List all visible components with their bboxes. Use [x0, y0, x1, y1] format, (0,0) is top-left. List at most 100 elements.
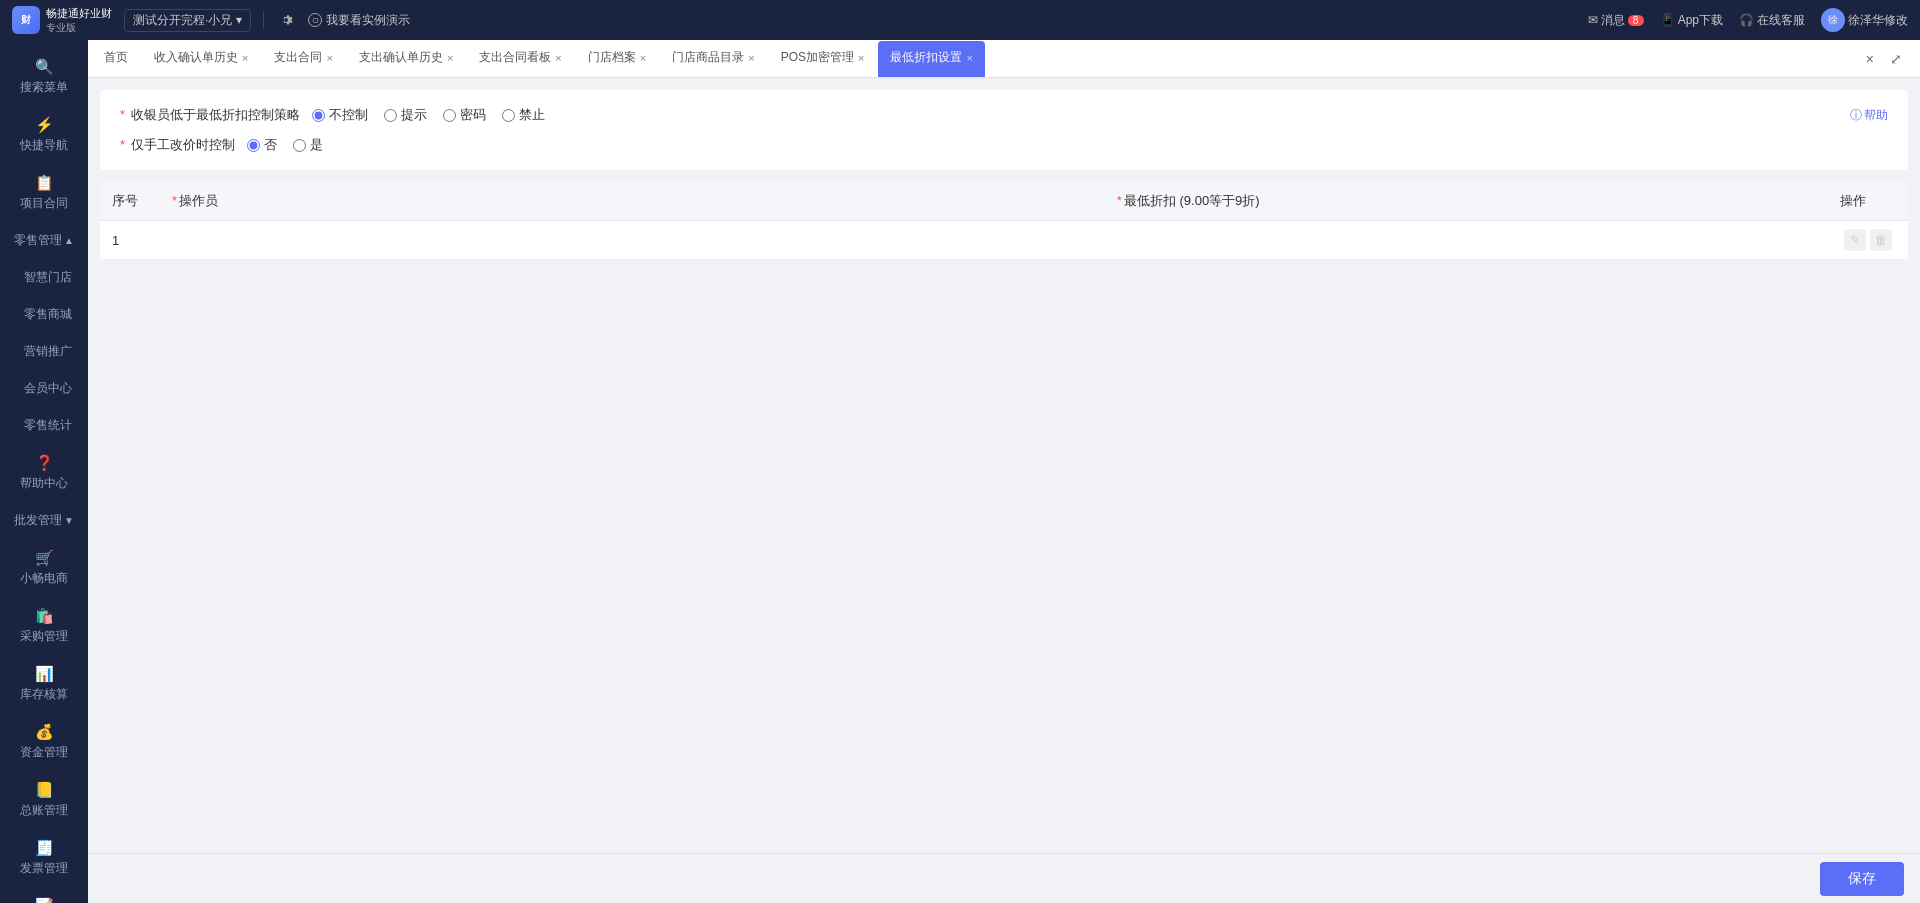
- help-icon: ❓: [35, 454, 54, 472]
- tab-payment-board[interactable]: 支出合同看板 ×: [467, 41, 573, 77]
- tab-pos-manage[interactable]: POS加密管理 ×: [769, 41, 877, 77]
- sidebar-item-search[interactable]: 🔍 搜索菜单: [0, 48, 88, 106]
- operator-input[interactable]: [172, 233, 1093, 248]
- table-row: 1 ✎ 🗑: [100, 221, 1908, 260]
- inventory-icon: 📊: [35, 665, 54, 683]
- tab-close-income-confirm[interactable]: ×: [242, 52, 248, 64]
- content-area: 首页 收入确认单历史 × 支出合同 × 支出确认单历史 × 支出合同看板 × 门…: [88, 40, 1920, 903]
- tab-close-store-file[interactable]: ×: [640, 52, 646, 64]
- tab-home[interactable]: 首页: [92, 41, 140, 77]
- discount-input[interactable]: [1117, 233, 1816, 248]
- tab-store-file[interactable]: 门店档案 ×: [576, 41, 658, 77]
- sidebar-label-finance: 资金管理: [20, 744, 68, 761]
- message-btn[interactable]: ✉ 消息 8: [1588, 12, 1644, 29]
- tab-bar: 首页 收入确认单历史 × 支出合同 × 支出确认单历史 × 支出合同看板 × 门…: [88, 40, 1920, 78]
- user-menu-btn[interactable]: 徐 徐泽华修改: [1821, 8, 1908, 32]
- sidebar-item-quicknav[interactable]: ⚡ 快捷导航: [0, 106, 88, 164]
- tab-close-payment-confirm[interactable]: ×: [447, 52, 453, 64]
- help-link[interactable]: ⓘ 帮助: [1850, 107, 1888, 124]
- sidebar-item-marketing[interactable]: 营销推广: [0, 333, 88, 370]
- control-radio-group: 不控制 提示 密码 禁止: [312, 106, 545, 124]
- main-layout: 🔍 搜索菜单 ⚡ 快捷导航 📋 项目合同 零售管理 ▲ 智慧门店 零售商城 营销…: [0, 40, 1920, 903]
- tab-close-store-goods[interactable]: ×: [748, 52, 754, 64]
- sidebar-item-invoice[interactable]: 🧾 发票管理: [0, 829, 88, 887]
- sidebar-item-ecommerce[interactable]: 🛒 小畅电商: [0, 539, 88, 597]
- manual-label: * 仅手工改价时控制: [120, 136, 235, 154]
- customer-service-btn[interactable]: 🎧 在线客服: [1739, 12, 1805, 29]
- sidebar-label-quicknav: 快捷导航: [20, 137, 68, 154]
- edit-btn[interactable]: ✎: [1844, 229, 1866, 251]
- radio-remind[interactable]: 提示: [384, 106, 427, 124]
- tab-discount-setting-label: 最低折扣设置: [890, 49, 962, 66]
- tab-store-goods[interactable]: 门店商品目录 ×: [660, 41, 766, 77]
- sidebar-item-retail[interactable]: 零售管理 ▲: [0, 222, 88, 259]
- search-icon: 🔍: [35, 58, 54, 76]
- logo-icon: 财: [12, 6, 40, 34]
- action-btns: ✎ 🗑: [1840, 229, 1896, 251]
- cell-action: ✎ 🗑: [1828, 221, 1908, 260]
- top-bar-right: ✉ 消息 8 📱 App下载 🎧 在线客服 徐 徐泽华修改: [1588, 8, 1908, 32]
- tab-payment-contract[interactable]: 支出合同 ×: [262, 41, 344, 77]
- table-card: 序号 *操作员 *最低折扣 (9.00等于9折) 操作: [100, 182, 1908, 260]
- radio-password[interactable]: 密码: [443, 106, 486, 124]
- sidebar-label-retail: 零售管理: [14, 232, 62, 249]
- tab-discount-setting[interactable]: 最低折扣设置 ×: [878, 41, 984, 77]
- table-scroll: 序号 *操作员 *最低折扣 (9.00等于9折) 操作: [100, 182, 1908, 260]
- sidebar: 🔍 搜索菜单 ⚡ 快捷导航 📋 项目合同 零售管理 ▲ 智慧门店 零售商城 营销…: [0, 40, 88, 903]
- close-tab-btn[interactable]: ×: [1860, 49, 1880, 69]
- message-badge: 8: [1628, 15, 1644, 26]
- cell-discount[interactable]: [1105, 221, 1828, 260]
- sidebar-item-project[interactable]: 📋 项目合同: [0, 164, 88, 222]
- delete-btn[interactable]: 🗑: [1870, 229, 1892, 251]
- app-download-btn[interactable]: 📱 App下载: [1660, 12, 1723, 29]
- sidebar-label-invoice: 发票管理: [20, 860, 68, 877]
- sidebar-item-wholesale[interactable]: 批发管理 ▼: [0, 502, 88, 539]
- tab-income-confirm[interactable]: 收入确认单历史 ×: [142, 41, 260, 77]
- sidebar-label-smartstore: 智慧门店: [24, 269, 72, 286]
- expand-btn[interactable]: ⤢: [1884, 49, 1908, 69]
- tab-store-file-label: 门店档案: [588, 49, 636, 66]
- tab-store-goods-label: 门店商品目录: [672, 49, 744, 66]
- arrow-down-icon: ▼: [64, 515, 74, 526]
- settings-icon[interactable]: [276, 10, 296, 30]
- sidebar-item-ledger[interactable]: 📒 总账管理: [0, 771, 88, 829]
- tab-close-discount-setting[interactable]: ×: [966, 52, 972, 64]
- radio-yes[interactable]: 是: [293, 136, 323, 154]
- sidebar-item-retailstat[interactable]: 零售统计: [0, 407, 88, 444]
- tab-payment-confirm[interactable]: 支出确认单历史 ×: [347, 41, 465, 77]
- sidebar-item-member[interactable]: 会员中心: [0, 370, 88, 407]
- divider: [263, 12, 264, 28]
- tab-close-payment-contract[interactable]: ×: [326, 52, 332, 64]
- th-seq: 序号: [100, 182, 160, 221]
- sidebar-label-purchase: 采购管理: [20, 628, 68, 645]
- app-download-label: App下载: [1678, 12, 1723, 29]
- app-logo: 财 畅捷通好业财 专业版: [12, 6, 112, 34]
- message-label: 消息: [1601, 12, 1625, 29]
- radio-no-control[interactable]: 不控制: [312, 106, 368, 124]
- cell-operator[interactable]: [160, 221, 1105, 260]
- tab-payment-contract-label: 支出合同: [274, 49, 322, 66]
- sidebar-item-retailmall[interactable]: 零售商城: [0, 296, 88, 333]
- cart-icon: 🛒: [35, 549, 54, 567]
- headset-icon: 🎧: [1739, 13, 1754, 27]
- project-selector[interactable]: 测试分开完程·小兄 ▾: [124, 9, 251, 32]
- tab-close-pos-manage[interactable]: ×: [858, 52, 864, 64]
- help-icon: ⓘ: [1850, 107, 1862, 124]
- sidebar-item-purchase[interactable]: 🛍️ 采购管理: [0, 597, 88, 655]
- sidebar-item-help[interactable]: ❓ 帮助中心: [0, 444, 88, 502]
- sidebar-item-inventory[interactable]: 📊 库存核算: [0, 655, 88, 713]
- app-name: 畅捷通好业财: [46, 6, 112, 20]
- radio-forbid[interactable]: 禁止: [502, 106, 545, 124]
- sidebar-item-smartstore[interactable]: 智慧门店: [0, 259, 88, 296]
- save-button[interactable]: 保存: [1820, 862, 1904, 896]
- tab-close-payment-board[interactable]: ×: [555, 52, 561, 64]
- radio-no[interactable]: 否: [247, 136, 277, 154]
- tab-payment-board-label: 支出合同看板: [479, 49, 551, 66]
- demo-label: 我要看实例演示: [326, 12, 410, 29]
- page-content: * 收银员低于最低折扣控制策略 不控制 提示: [88, 78, 1920, 853]
- customer-service-label: 在线客服: [1757, 12, 1805, 29]
- sidebar-item-tax[interactable]: 📝 税务管理: [0, 887, 88, 903]
- discount-table: 序号 *操作员 *最低折扣 (9.00等于9折) 操作: [100, 182, 1908, 260]
- demo-link[interactable]: ○ 我要看实例演示: [308, 12, 410, 29]
- sidebar-item-finance[interactable]: 💰 资金管理: [0, 713, 88, 771]
